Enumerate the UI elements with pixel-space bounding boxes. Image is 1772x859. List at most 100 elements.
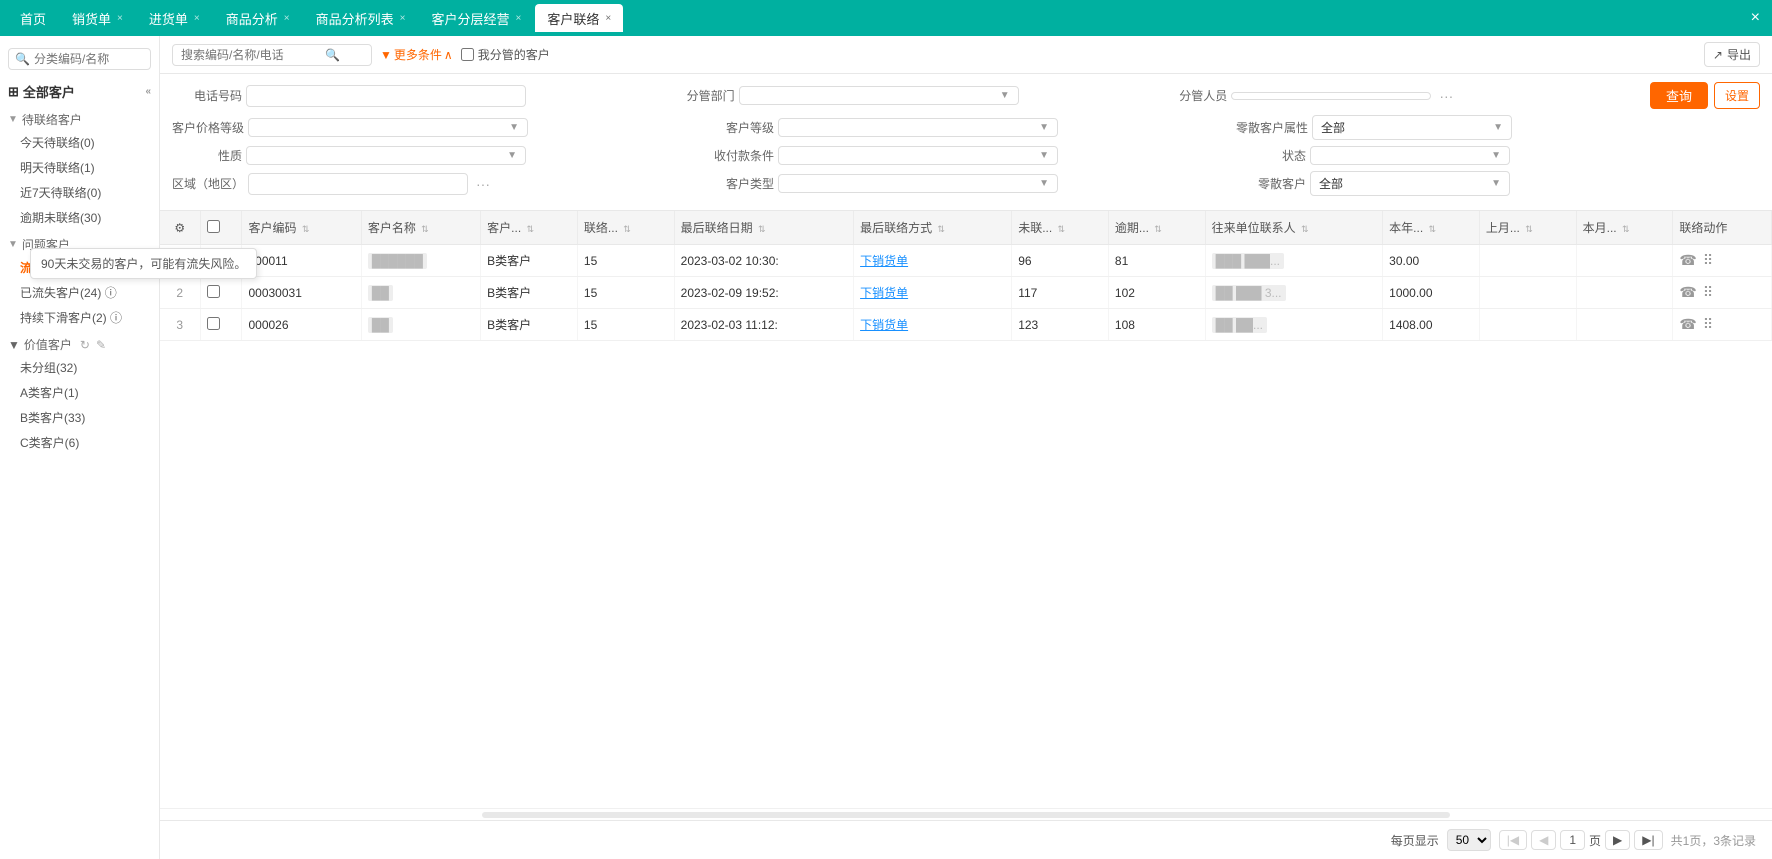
more-conditions-button[interactable]: ▼ 更多条件 ∧ — [380, 46, 453, 63]
filter-customer-level-select[interactable]: ▼ — [778, 118, 1058, 137]
sidebar-group-pending[interactable]: ▼ 待联络客户 — [0, 105, 159, 130]
table-row: 2 00030031 ██ B类客户 15 2023-02-09 19:52: … — [160, 277, 1772, 309]
sidebar-item-overdue[interactable]: 逾期未联络(30) — [0, 205, 159, 230]
page-last-button[interactable]: ▶| — [1634, 830, 1662, 850]
row-name-blurred: ██████ — [368, 253, 427, 269]
sidebar-item-b-class[interactable]: B类客户(33) — [0, 405, 159, 430]
tab-purchase[interactable]: 进货单 × — [137, 4, 212, 32]
tab-analysis-close[interactable]: × — [284, 13, 290, 24]
sidebar-item-churned[interactable]: 已流失客户(24) ⓘ — [0, 280, 159, 305]
filter-zero-customer-select[interactable]: 全部 ▼ — [1310, 171, 1510, 196]
col-last-month[interactable]: 上月... ⇅ — [1479, 211, 1576, 245]
scroll-bar-track[interactable] — [482, 812, 1449, 818]
action-icons: ☎ ⠿ — [1679, 252, 1765, 269]
page-prev-button[interactable]: ◀ — [1531, 830, 1556, 850]
export-button[interactable]: ↗ 导出 — [1704, 42, 1760, 67]
col-checkbox[interactable] — [200, 211, 242, 245]
filter-manager-dots[interactable]: ··· — [1435, 88, 1457, 104]
sidebar-item-7days[interactable]: 近7天待联络(0) — [0, 180, 159, 205]
tab-analysis-list[interactable]: 商品分析列表 × — [304, 4, 418, 32]
sidebar-item-c-class[interactable]: C类客户(6) — [0, 430, 159, 455]
col-this-year[interactable]: 本年... ⇅ — [1383, 211, 1480, 245]
contact-way-link[interactable]: 下销货单 — [860, 254, 908, 268]
pagination-bar: 每页显示 50 |◀ ◀ 1 页 ▶ ▶| 共1页，3条记录 — [160, 820, 1772, 859]
contact-way-link[interactable]: 下销货单 — [860, 318, 908, 332]
filter-panel: 电话号码 分管部门 ▼ 分管人员 ··· — [160, 74, 1772, 211]
filter-zero-attr-label: 零散客户属性 — [1236, 119, 1308, 136]
top-nav: 首页 销货单 × 进货单 × 商品分析 × 商品分析列表 × 客户分层经营 × … — [0, 0, 1772, 36]
my-customers-toggle[interactable]: 我分管的客户 — [461, 46, 550, 63]
col-type[interactable]: 客户... ⇅ — [481, 211, 578, 245]
col-gear[interactable]: ⚙ — [160, 211, 200, 245]
sidebar-item-a-class[interactable]: A类客户(1) — [0, 380, 159, 405]
row-last-contact-way[interactable]: 下销货单 — [854, 245, 1012, 277]
sidebar-item-declining[interactable]: 持续下滑客户(2) ⓘ — [0, 305, 159, 330]
settings-button[interactable]: 设置 — [1714, 82, 1760, 109]
close-all-button[interactable]: × — [1747, 5, 1764, 31]
tab-purchase-close[interactable]: × — [194, 13, 200, 24]
tab-customer-layer[interactable]: 客户分层经营 × — [419, 4, 533, 32]
filter-region-dots[interactable]: ··· — [472, 176, 494, 192]
sidebar-item-today[interactable]: 今天待联络(0) — [0, 130, 159, 155]
tab-analysis[interactable]: 商品分析 × — [214, 4, 302, 32]
phone-action-icon[interactable]: ☎ — [1679, 284, 1696, 301]
col-uncontacted[interactable]: 未联... ⇅ — [1012, 211, 1109, 245]
search-submit-icon[interactable]: 🔍 — [325, 48, 340, 62]
sidebar-item-ungroup[interactable]: 未分组(32) — [0, 355, 159, 380]
sidebar-search-input[interactable] — [34, 52, 144, 66]
sidebar-search-wrap[interactable]: 🔍 — [8, 48, 151, 70]
filter-status-select[interactable]: ▼ — [1310, 146, 1510, 165]
row-last-contact-way[interactable]: 下销货单 — [854, 309, 1012, 341]
tab-customer-contact[interactable]: 客户联络 × — [535, 4, 623, 32]
contact-way-link[interactable]: 下销货单 — [860, 286, 908, 300]
col-contact[interactable]: 联络... ⇅ — [577, 211, 674, 245]
sidebar-item-tomorrow[interactable]: 明天待联络(1) — [0, 155, 159, 180]
filter-zero-attr-select[interactable]: 全部 ▼ — [1312, 115, 1512, 140]
filter-dept-select[interactable]: ▼ — [739, 86, 1019, 105]
query-button[interactable]: 查询 — [1650, 82, 1708, 109]
sidebar-all-customers[interactable]: ⊞ 全部客户 « — [0, 78, 159, 105]
page-first-button[interactable]: |◀ — [1499, 830, 1527, 850]
filter-region-input[interactable] — [248, 173, 468, 195]
edit-icon[interactable]: ✎ — [96, 338, 106, 352]
filter-phone-input[interactable] — [246, 85, 526, 107]
row-checkbox[interactable] — [207, 285, 220, 298]
phone-action-icon[interactable]: ☎ — [1679, 316, 1696, 333]
more-action-icon[interactable]: ⠿ — [1703, 316, 1713, 333]
col-overdue[interactable]: 逾期... ⇅ — [1108, 211, 1205, 245]
tab-customer-contact-close[interactable]: × — [605, 13, 611, 24]
search-wrap[interactable]: 🔍 — [172, 44, 372, 66]
col-last-contact-way[interactable]: 最后联络方式 ⇅ — [854, 211, 1012, 245]
col-name[interactable]: 客户名称 ⇅ — [361, 211, 480, 245]
row-checkbox-cell[interactable] — [200, 277, 242, 309]
row-checkbox[interactable] — [207, 317, 220, 330]
filter-price-level-select[interactable]: ▼ — [248, 118, 528, 137]
filter-payment-select[interactable]: ▼ — [778, 146, 1058, 165]
more-action-icon[interactable]: ⠿ — [1703, 284, 1713, 301]
sidebar-group-value[interactable]: ▼ 价值客户 ↻ ✎ — [0, 330, 159, 355]
select-all-checkbox[interactable] — [207, 220, 220, 233]
row-checkbox-cell[interactable] — [200, 309, 242, 341]
tab-sales-close[interactable]: × — [117, 13, 123, 24]
my-customers-checkbox[interactable] — [461, 48, 474, 61]
phone-action-icon[interactable]: ☎ — [1679, 252, 1696, 269]
row-last-contact-way[interactable]: 下销货单 — [854, 277, 1012, 309]
col-code[interactable]: 客户编码 ⇅ — [242, 211, 361, 245]
tab-home[interactable]: 首页 — [8, 4, 58, 32]
filter-customer-type-select[interactable]: ▼ — [778, 174, 1058, 193]
page-size-select[interactable]: 50 — [1447, 829, 1491, 851]
search-input[interactable] — [181, 48, 321, 62]
scroll-bar-area[interactable] — [160, 808, 1772, 820]
col-this-month[interactable]: 本月... ⇅ — [1576, 211, 1673, 245]
refresh-icon[interactable]: ↻ — [80, 338, 90, 352]
more-action-icon[interactable]: ⠿ — [1703, 252, 1713, 269]
col-last-contact-date[interactable]: 最后联络日期 ⇅ — [674, 211, 853, 245]
tab-sales[interactable]: 销货单 × — [60, 4, 135, 32]
filter-nature-select[interactable]: ▼ — [246, 146, 526, 165]
tab-analysis-list-close[interactable]: × — [400, 13, 406, 24]
page-next-button[interactable]: ▶ — [1605, 830, 1630, 850]
col-company-contact[interactable]: 往来单位联系人 ⇅ — [1205, 211, 1383, 245]
tab-customer-layer-close[interactable]: × — [515, 13, 521, 24]
sort-uncontacted-icon: ⇅ — [1058, 224, 1066, 234]
filter-manager-select[interactable] — [1231, 92, 1431, 100]
